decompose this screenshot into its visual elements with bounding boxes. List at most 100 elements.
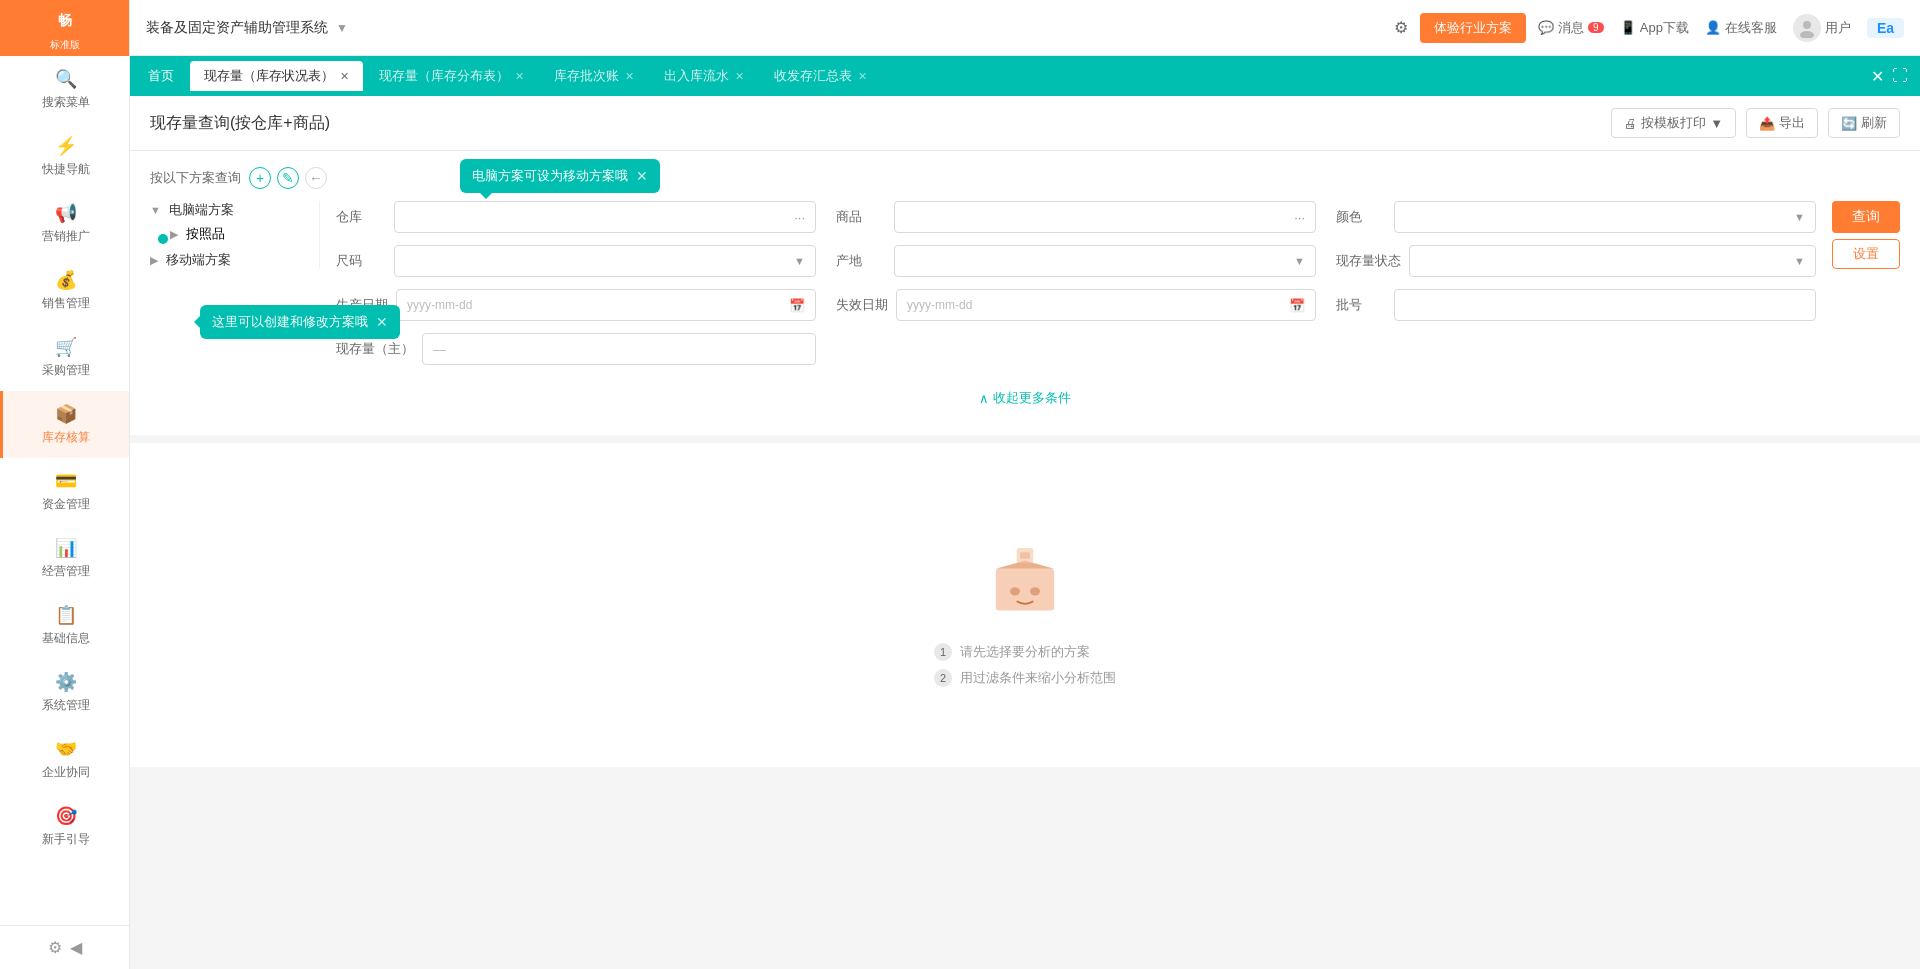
- tooltip-close-icon[interactable]: ✕: [636, 168, 648, 184]
- tooltip-create-text: 这里可以创建和修改方案哦: [212, 313, 368, 331]
- maximize-icon[interactable]: ⛶: [1892, 67, 1908, 86]
- sidebar-item-system[interactable]: ⚙️ 系统管理: [0, 659, 129, 726]
- expire-date-input[interactable]: yyyy-mm-dd 📅: [896, 289, 1316, 321]
- scheme-expand-pc[interactable]: ▼: [150, 204, 161, 216]
- sales-icon: 💰: [55, 269, 77, 291]
- user-label: 用户: [1825, 19, 1851, 37]
- warehouse-select[interactable]: ···: [394, 201, 816, 233]
- sidebar-item-guide[interactable]: 🎯 新手引导: [0, 793, 129, 860]
- collapse-button[interactable]: ◀: [70, 938, 82, 957]
- tab-close-icon[interactable]: ✕: [858, 70, 867, 83]
- size-select[interactable]: ▼: [394, 245, 816, 277]
- stock-field: 现存量（主） —: [336, 333, 816, 365]
- finance-icon: 💳: [55, 470, 77, 492]
- origin-field: 产地 ▼: [836, 245, 1316, 277]
- tab-close-icon[interactable]: ✕: [735, 70, 744, 83]
- settings-button[interactable]: ⚙: [48, 938, 62, 957]
- svg-rect-8: [1020, 552, 1030, 559]
- cooperation-icon: 🤝: [55, 738, 77, 760]
- color-field: 颜色 ▼: [1336, 201, 1816, 233]
- status-arrow-icon: ▼: [1794, 255, 1805, 267]
- product-select[interactable]: ···: [894, 201, 1316, 233]
- scheme-expand-mobile[interactable]: ▶: [150, 254, 158, 267]
- system-icon: ⚙️: [55, 671, 77, 693]
- avatar: [1793, 14, 1821, 42]
- sidebar-item-basic[interactable]: 📋 基础信息: [0, 592, 129, 659]
- sidebar-item-cooperation[interactable]: 🤝 企业协同: [0, 726, 129, 793]
- filter-label: 按以下方案查询: [150, 169, 241, 187]
- sidebar-item-label: 资金管理: [42, 496, 90, 513]
- origin-select[interactable]: ▼: [894, 245, 1316, 277]
- sidebar-item-label: 新手引导: [42, 831, 90, 848]
- product-dots[interactable]: ···: [1294, 210, 1305, 225]
- dot-icon: [158, 234, 168, 244]
- tab-flow[interactable]: 出入库流水 ✕: [650, 61, 758, 91]
- guide-icon: 🎯: [55, 805, 77, 827]
- sidebar-item-label: 基础信息: [42, 630, 90, 647]
- batch-input[interactable]: [1394, 289, 1816, 321]
- tab-home[interactable]: 首页: [134, 61, 188, 91]
- trial-button[interactable]: 体验行业方案: [1420, 13, 1526, 43]
- scheme-item-1[interactable]: ▶ 按照品: [170, 225, 307, 243]
- product-label: 商品: [836, 208, 886, 226]
- produce-date-input[interactable]: yyyy-mm-dd 📅: [396, 289, 816, 321]
- message-label: 消息: [1558, 19, 1584, 37]
- scheme-group-mobile: ▶ 移动端方案: [150, 251, 307, 269]
- origin-label: 产地: [836, 252, 886, 270]
- search-btn-group: 查询 设置: [1832, 201, 1900, 269]
- warehouse-dots[interactable]: ···: [794, 210, 805, 225]
- scheme-children-pc: ▶ 按照品 这里可以创建和修改方案哦 ✕: [170, 225, 307, 243]
- expire-calendar-icon[interactable]: 📅: [1289, 298, 1305, 313]
- tab-close-icon[interactable]: ✕: [340, 70, 349, 83]
- tab-close-icon[interactable]: ✕: [625, 70, 634, 83]
- empty-illustration: [975, 523, 1075, 623]
- tab-batch-account[interactable]: 库存批次账 ✕: [540, 61, 648, 91]
- tab-inventory-status[interactable]: 现存量（库存状况表） ✕: [190, 61, 363, 91]
- connector: [158, 234, 168, 244]
- refresh-label: 刷新: [1861, 114, 1887, 132]
- product-field: 商品 ···: [836, 201, 1316, 233]
- gear-icon[interactable]: ⚙: [1394, 18, 1408, 37]
- add-scheme-button[interactable]: +: [249, 167, 271, 189]
- tooltip-create-close-icon[interactable]: ✕: [376, 314, 388, 330]
- stock-input[interactable]: —: [422, 333, 816, 365]
- sidebar-item-label: 营销推广: [42, 228, 90, 245]
- sidebar-item-inventory[interactable]: 📦 库存核算: [0, 391, 129, 458]
- sidebar-logo-text: 标准版: [50, 38, 80, 52]
- sidebar-item-finance[interactable]: 💳 资金管理: [0, 458, 129, 525]
- app-download-button[interactable]: 📱 App下载: [1620, 19, 1689, 37]
- more-conditions-button[interactable]: ∧ 收起更多条件: [150, 377, 1900, 419]
- expire-date-placeholder: yyyy-mm-dd: [907, 298, 972, 312]
- refresh-button[interactable]: 🔄 刷新: [1828, 108, 1900, 138]
- tip-number-1: 1: [934, 643, 952, 661]
- search-button[interactable]: 查询: [1832, 201, 1900, 233]
- sidebar-item-label: 快捷导航: [42, 161, 90, 178]
- back-scheme-button[interactable]: ←: [305, 167, 327, 189]
- minimize-icon[interactable]: ✕: [1871, 67, 1884, 86]
- status-select[interactable]: ▼: [1409, 245, 1816, 277]
- user-area[interactable]: 用户: [1793, 14, 1851, 42]
- tab-receive-summary[interactable]: 收发存汇总表 ✕: [760, 61, 881, 91]
- status-label: 现存量状态: [1336, 252, 1401, 270]
- sidebar-item-quicknav[interactable]: ⚡ 快捷导航: [0, 123, 129, 190]
- tab-close-icon[interactable]: ✕: [515, 70, 524, 83]
- export-button[interactable]: 📤 导出: [1746, 108, 1818, 138]
- message-button[interactable]: 💬 消息 9: [1538, 19, 1604, 37]
- print-button[interactable]: 🖨 按模板打印 ▼: [1611, 108, 1736, 138]
- tip-number-2: 2: [934, 669, 952, 687]
- color-select[interactable]: ▼: [1394, 201, 1816, 233]
- origin-arrow-icon: ▼: [1294, 255, 1305, 267]
- calendar-icon[interactable]: 📅: [789, 298, 805, 313]
- print-icon: 🖨: [1624, 116, 1637, 131]
- online-service-button[interactable]: 👤 在线客服: [1705, 19, 1777, 37]
- sidebar-item-search[interactable]: 🔍 搜索菜单: [0, 56, 129, 123]
- reset-button[interactable]: 设置: [1832, 239, 1900, 269]
- sidebar-item-marketing[interactable]: 📢 营销推广: [0, 190, 129, 257]
- tab-label: 出入库流水: [664, 67, 729, 85]
- edit-scheme-button[interactable]: ✎: [277, 167, 299, 189]
- tab-inventory-dist[interactable]: 现存量（库存分布表） ✕: [365, 61, 538, 91]
- size-field: 尺码 ▼: [336, 245, 816, 277]
- sidebar-item-purchase[interactable]: 🛒 采购管理: [0, 324, 129, 391]
- sidebar-item-operations[interactable]: 📊 经营管理: [0, 525, 129, 592]
- sidebar-item-sales[interactable]: 💰 销售管理: [0, 257, 129, 324]
